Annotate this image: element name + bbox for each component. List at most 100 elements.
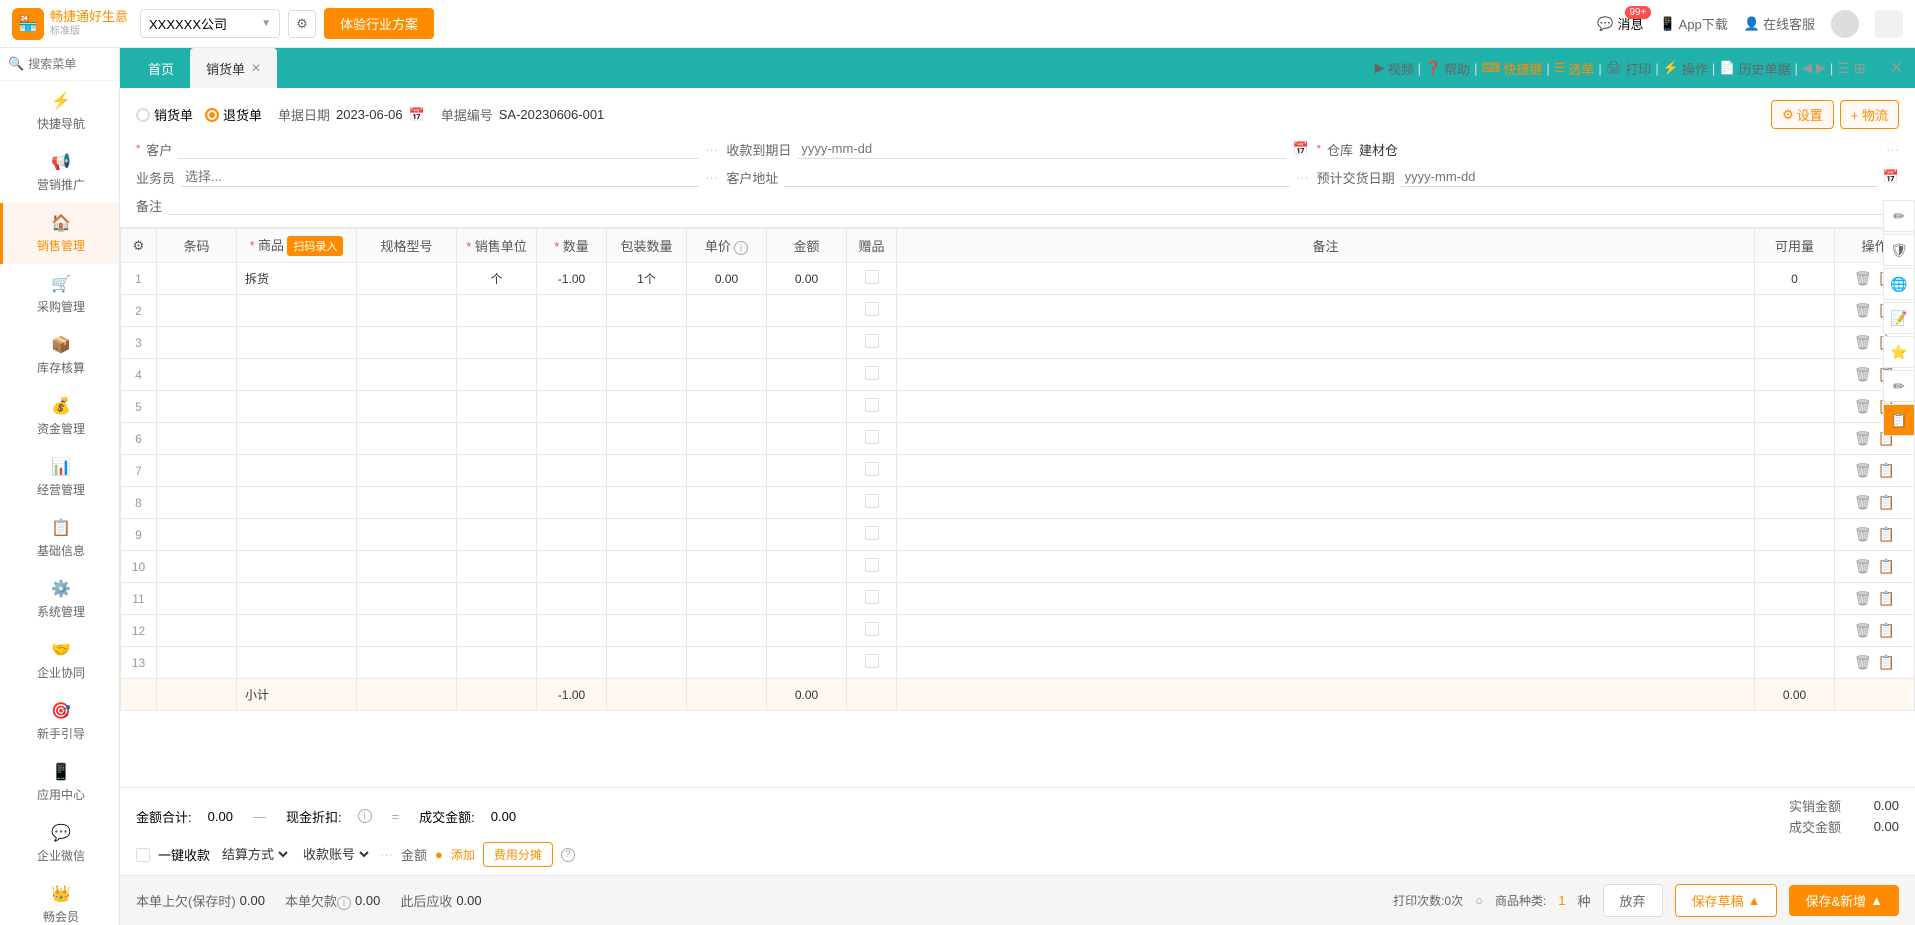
gift-checkbox[interactable] bbox=[865, 270, 879, 284]
copy-row-icon[interactable]: 📋 bbox=[1878, 590, 1895, 607]
tab-home[interactable]: 首页 bbox=[132, 48, 190, 88]
gift-checkbox[interactable] bbox=[865, 302, 879, 316]
float-note-icon[interactable]: 📝 bbox=[1883, 302, 1915, 334]
save-new-button[interactable]: 保存&新增 ▲ bbox=[1789, 885, 1899, 916]
select-btn[interactable]: ☰ 选单 bbox=[1554, 59, 1595, 78]
gift-checkbox[interactable] bbox=[865, 622, 879, 636]
sidebar-item-inventory[interactable]: 📦 库存核算 bbox=[0, 325, 119, 386]
payment-date-input[interactable] bbox=[797, 139, 1286, 159]
sidebar-item-wechat[interactable]: 💬 企业微信 bbox=[0, 813, 119, 874]
history-btn[interactable]: 📄 历史单据 bbox=[1719, 59, 1790, 78]
col-settings-icon[interactable]: ⚙ bbox=[133, 238, 145, 253]
sidebar-item-finance[interactable]: 💰 资金管理 bbox=[0, 386, 119, 447]
video-btn[interactable]: ▶ 视频 bbox=[1375, 59, 1414, 78]
float-globe-icon[interactable]: 🌐 bbox=[1883, 268, 1915, 300]
calendar-icon[interactable]: 📅 bbox=[409, 107, 425, 123]
list-view-icon[interactable]: ☰ bbox=[1837, 60, 1850, 77]
sidebar-item-purchase[interactable]: 🛒 采购管理 bbox=[0, 264, 119, 325]
tab-sales-order[interactable]: 销货单 ✕ bbox=[190, 48, 277, 88]
gift-checkbox[interactable] bbox=[865, 398, 879, 412]
delete-row-icon[interactable]: 🗑 bbox=[1854, 590, 1872, 607]
operate-btn[interactable]: ⚡ 操作 bbox=[1663, 59, 1708, 78]
gift-checkbox[interactable] bbox=[865, 590, 879, 604]
customer-more-icon[interactable]: ··· bbox=[705, 142, 718, 157]
settings-icon[interactable]: ⚙ bbox=[288, 10, 316, 38]
salesperson-more-icon[interactable]: ··· bbox=[705, 170, 718, 185]
sidebar-item-operations[interactable]: 📊 经营管理 bbox=[0, 447, 119, 508]
one-click-collect-checkbox[interactable] bbox=[136, 848, 150, 862]
delete-row-icon[interactable]: 🗑 bbox=[1854, 558, 1872, 575]
row-qty[interactable]: -1.00 bbox=[537, 263, 607, 295]
expense-button[interactable]: 费用分摊 bbox=[483, 842, 553, 867]
debt-info-icon[interactable]: i bbox=[337, 896, 351, 910]
shortcut-btn[interactable]: ⌨ 快捷键 bbox=[1482, 59, 1543, 78]
expected-date-input[interactable] bbox=[1401, 167, 1877, 187]
setup-button[interactable]: ⚙ 设置 bbox=[1771, 100, 1834, 129]
tab-close-icon[interactable]: ✕ bbox=[251, 61, 261, 75]
sidebar-search-input[interactable] bbox=[28, 57, 108, 71]
scan-button[interactable]: 扫码录入 bbox=[287, 236, 343, 256]
product-kind-value[interactable]: 1 bbox=[1558, 893, 1565, 908]
message-button[interactable]: 💬 消息 99+ bbox=[1597, 14, 1643, 33]
row-product[interactable]: 拆货 bbox=[237, 263, 357, 295]
add-button[interactable]: 添加 bbox=[451, 846, 475, 863]
settlement-select[interactable]: 结算方式 bbox=[218, 846, 291, 863]
nav-next-icon[interactable]: ▶ bbox=[1816, 60, 1826, 76]
float-shield-icon[interactable]: 🛡 bbox=[1883, 234, 1915, 266]
delete-row-icon[interactable]: 🗑 bbox=[1854, 654, 1872, 671]
customer-input[interactable] bbox=[178, 139, 699, 159]
copy-row-icon[interactable]: 📋 bbox=[1878, 558, 1895, 575]
delete-row-icon[interactable]: 🗑 bbox=[1854, 366, 1872, 383]
delete-row-icon[interactable]: 🗑 bbox=[1854, 270, 1872, 287]
account-select[interactable]: 收款账号 bbox=[299, 846, 372, 863]
calendar3-icon[interactable]: 📅 bbox=[1883, 169, 1899, 185]
sidebar-item-apps[interactable]: 📱 应用中心 bbox=[0, 752, 119, 813]
delete-row-icon[interactable]: 🗑 bbox=[1854, 430, 1872, 447]
gift-checkbox[interactable] bbox=[865, 494, 879, 508]
radio-return[interactable]: 退货单 bbox=[205, 105, 262, 124]
gift-checkbox[interactable] bbox=[865, 526, 879, 540]
online-service-link[interactable]: 👤 在线客服 bbox=[1744, 14, 1815, 33]
delete-row-icon[interactable]: 🗑 bbox=[1854, 462, 1872, 479]
discount-info-icon[interactable]: i bbox=[358, 809, 372, 823]
row-gift[interactable] bbox=[847, 263, 897, 295]
float-pencil-icon[interactable]: ✏ bbox=[1883, 200, 1915, 232]
float-star-icon[interactable]: ⭐ bbox=[1883, 336, 1915, 368]
copy-row-icon[interactable]: 📋 bbox=[1878, 654, 1895, 671]
window-close-icon[interactable]: ✕ bbox=[1890, 58, 1903, 78]
copy-row-icon[interactable]: 📋 bbox=[1878, 526, 1895, 543]
delete-row-icon[interactable]: 🗑 bbox=[1854, 398, 1872, 415]
gift-checkbox[interactable] bbox=[865, 366, 879, 380]
gift-checkbox[interactable] bbox=[865, 430, 879, 444]
logistics-button[interactable]: + 物流 bbox=[1840, 100, 1899, 129]
sidebar-item-member[interactable]: 👑 畅会员 bbox=[0, 874, 119, 925]
account-more-icon[interactable]: ··· bbox=[380, 847, 393, 862]
float-edit-icon[interactable]: ✏ bbox=[1883, 370, 1915, 402]
price-info-icon[interactable]: i bbox=[734, 241, 748, 255]
warehouse-more-icon[interactable]: ··· bbox=[1886, 142, 1899, 157]
sidebar-item-guide[interactable]: 🎯 新手引导 bbox=[0, 691, 119, 752]
calendar2-icon[interactable]: 📅 bbox=[1292, 141, 1308, 157]
remarks-input[interactable] bbox=[168, 195, 1899, 215]
gift-checkbox[interactable] bbox=[865, 558, 879, 572]
sidebar-item-system[interactable]: ⚙️ 系统管理 bbox=[0, 569, 119, 630]
row-unit[interactable]: 个 bbox=[457, 263, 537, 295]
row-price[interactable]: 0.00 bbox=[687, 263, 767, 295]
expense-info-icon[interactable]: ? bbox=[561, 848, 575, 862]
app-download-link[interactable]: 📱 App下载 bbox=[1659, 14, 1727, 33]
print-btn[interactable]: 🖨 打印 bbox=[1606, 59, 1652, 78]
avatar[interactable] bbox=[1831, 10, 1859, 38]
gift-checkbox[interactable] bbox=[865, 334, 879, 348]
help-btn[interactable]: ❓ 帮助 bbox=[1425, 59, 1470, 78]
address-more-icon[interactable]: ··· bbox=[1296, 170, 1309, 185]
copy-row-icon[interactable]: 📋 bbox=[1878, 462, 1895, 479]
salesperson-input[interactable] bbox=[181, 167, 699, 187]
sidebar-item-marketing[interactable]: 📢 营销推广 bbox=[0, 142, 119, 203]
gift-checkbox[interactable] bbox=[865, 654, 879, 668]
print-count-check-icon[interactable]: ○ bbox=[1475, 893, 1483, 908]
row-amount[interactable]: 0.00 bbox=[767, 263, 847, 295]
float-clipboard-icon[interactable]: 📋 bbox=[1883, 404, 1915, 436]
sidebar-item-quick-nav[interactable]: ⚡ 快捷导航 bbox=[0, 81, 119, 142]
sidebar-item-base[interactable]: 📋 基础信息 bbox=[0, 508, 119, 569]
abandon-button[interactable]: 放弃 bbox=[1603, 884, 1663, 917]
